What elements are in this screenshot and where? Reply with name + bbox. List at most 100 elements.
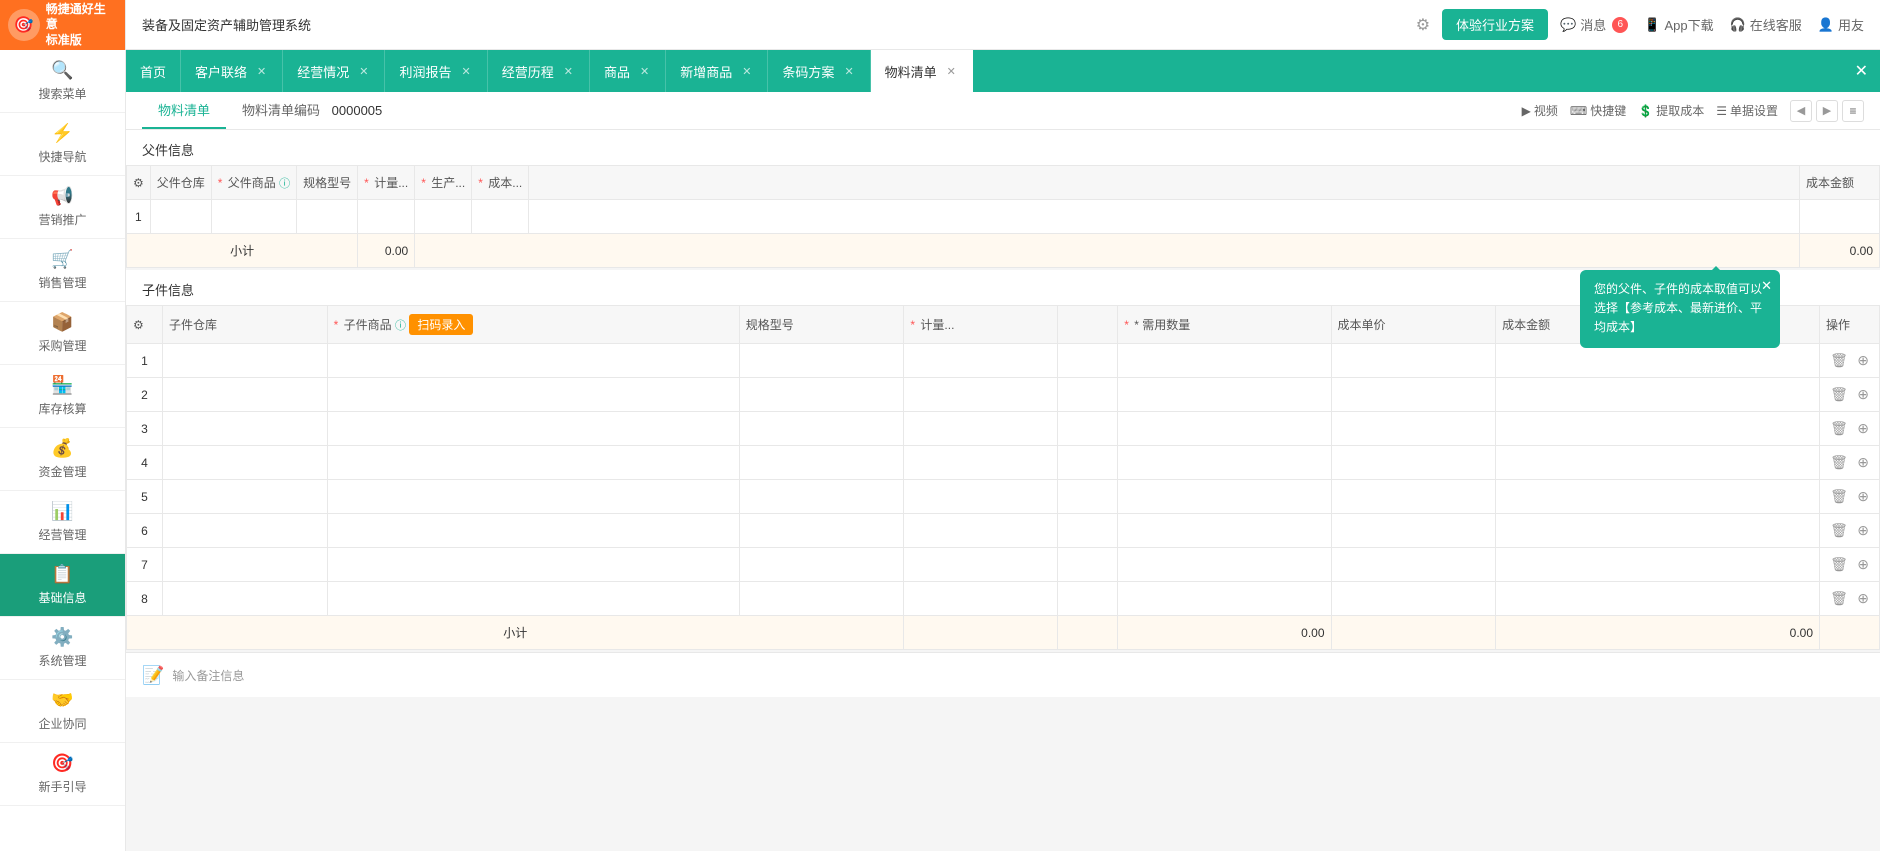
child-row-2-spec[interactable] xyxy=(739,378,904,412)
tab-newgoods-close[interactable]: ✕ xyxy=(740,63,753,80)
child-row-2-warehouse[interactable] xyxy=(163,378,328,412)
child-row-5-warehouse[interactable] xyxy=(163,480,328,514)
scan-btn[interactable]: 扫码录入 xyxy=(409,314,473,335)
child-row-4-goods[interactable] xyxy=(327,446,739,480)
online-service-action[interactable]: 🎧 在线客服 xyxy=(1730,15,1802,34)
child-row-6-qty[interactable] xyxy=(1118,514,1331,548)
nav-prev[interactable]: ◀ xyxy=(1790,100,1812,122)
sidebar-item-operations[interactable]: 📊 经营管理 xyxy=(0,491,125,554)
child-row-7-cost-amount[interactable] xyxy=(1496,548,1820,582)
sidebar-item-system[interactable]: ⚙️ 系统管理 xyxy=(0,617,125,680)
sidebar-item-basicinfo[interactable]: 📋 基础信息 xyxy=(0,554,125,617)
child-row-1-unit-cost[interactable] xyxy=(1331,344,1496,378)
action-extract-cost[interactable]: 💲 提取成本 xyxy=(1638,102,1704,119)
tab-history-close[interactable]: ✕ xyxy=(562,63,575,80)
delete-icon[interactable]: 🗑 xyxy=(1830,556,1848,572)
tab-bomlist[interactable]: 物料清单 ✕ xyxy=(871,50,973,92)
child-row-2-unit-cost[interactable] xyxy=(1331,378,1496,412)
child-row-7-goods[interactable] xyxy=(327,548,739,582)
child-row-8-cost-amount[interactable] xyxy=(1496,582,1820,616)
tab-home[interactable]: 首页 xyxy=(126,50,181,92)
sidebar-item-search[interactable]: 🔍 搜索菜单 xyxy=(0,50,125,113)
copy-icon[interactable]: ⊕ xyxy=(1857,386,1869,402)
tab-customer[interactable]: 客户联络 ✕ xyxy=(181,50,283,92)
child-row-4-cost-amount[interactable] xyxy=(1496,446,1820,480)
child-row-4-qty[interactable] xyxy=(1118,446,1331,480)
nav-next[interactable]: ▶ xyxy=(1816,100,1838,122)
action-single-settings[interactable]: ☰ 单据设置 xyxy=(1716,102,1778,119)
sidebar-item-quicknav[interactable]: ⚡ 快捷导航 xyxy=(0,113,125,176)
tab-history[interactable]: 经营历程 ✕ xyxy=(488,50,590,92)
tab-newgoods[interactable]: 新增商品 ✕ xyxy=(666,50,768,92)
sidebar-item-guide[interactable]: 🎯 新手引导 xyxy=(0,743,125,806)
sidebar-item-finance[interactable]: 💰 资金管理 xyxy=(0,428,125,491)
child-row-7-spec[interactable] xyxy=(739,548,904,582)
child-row-6-unit-cost[interactable] xyxy=(1331,514,1496,548)
child-row-5-cost-amount[interactable] xyxy=(1496,480,1820,514)
nav-close-all[interactable]: ✕ xyxy=(1843,61,1880,81)
child-row-6-goods[interactable] xyxy=(327,514,739,548)
child-row-1-unit[interactable] xyxy=(904,344,1058,378)
child-row-5-unit[interactable] xyxy=(904,480,1058,514)
child-row-1-spec[interactable] xyxy=(739,344,904,378)
parent-row-1-production[interactable] xyxy=(415,200,472,234)
sidebar-item-marketing[interactable]: 📢 营销推广 xyxy=(0,176,125,239)
sidebar-item-inventory[interactable]: 🏪 库存核算 xyxy=(0,365,125,428)
child-row-1-warehouse[interactable] xyxy=(163,344,328,378)
note-hint[interactable]: 输入备注信息 xyxy=(172,667,244,684)
child-row-2-unit[interactable] xyxy=(904,378,1058,412)
user-action[interactable]: 👤 用友 xyxy=(1818,15,1864,34)
tab-customer-close[interactable]: ✕ xyxy=(255,63,268,80)
th-parent-settings[interactable]: ⚙ xyxy=(127,166,151,200)
child-row-5-spec[interactable] xyxy=(739,480,904,514)
action-view[interactable]: ▶ 视频 xyxy=(1522,102,1558,119)
copy-icon[interactable]: ⊕ xyxy=(1857,352,1869,368)
th-child-settings[interactable]: ⚙ xyxy=(127,306,163,344)
child-row-8-unit[interactable] xyxy=(904,582,1058,616)
action-shortcut[interactable]: ⌨ 快捷键 xyxy=(1570,102,1626,119)
parent-row-1-goods[interactable] xyxy=(211,200,296,234)
child-row-1-cost-amount[interactable] xyxy=(1496,344,1820,378)
view-menu[interactable]: ≡ xyxy=(1842,100,1864,122)
sidebar-item-sales[interactable]: 🛒 销售管理 xyxy=(0,239,125,302)
child-row-7-unit-cost[interactable] xyxy=(1331,548,1496,582)
delete-icon[interactable]: 🗑 xyxy=(1830,590,1848,606)
copy-icon[interactable]: ⊕ xyxy=(1857,590,1869,606)
app-download-action[interactable]: 📱 App下载 xyxy=(1644,15,1713,34)
child-row-6-spec[interactable] xyxy=(739,514,904,548)
child-row-3-unit[interactable] xyxy=(904,412,1058,446)
child-row-8-spec[interactable] xyxy=(739,582,904,616)
copy-icon[interactable]: ⊕ xyxy=(1857,522,1869,538)
parent-row-1-cost[interactable] xyxy=(472,200,529,234)
experience-btn[interactable]: 体验行业方案 xyxy=(1442,9,1548,40)
child-row-7-qty[interactable] xyxy=(1118,548,1331,582)
child-row-2-goods[interactable] xyxy=(327,378,739,412)
delete-icon[interactable]: 🗑 xyxy=(1830,522,1848,538)
delete-icon[interactable]: 🗑 xyxy=(1830,488,1848,504)
child-row-6-unit[interactable] xyxy=(904,514,1058,548)
child-row-5-goods[interactable] xyxy=(327,480,739,514)
copy-icon[interactable]: ⊕ xyxy=(1857,556,1869,572)
child-row-7-warehouse[interactable] xyxy=(163,548,328,582)
child-row-3-unit-cost[interactable] xyxy=(1331,412,1496,446)
child-row-8-qty[interactable] xyxy=(1118,582,1331,616)
tab-operations-close[interactable]: ✕ xyxy=(357,63,370,80)
subheader-tab-bomlist[interactable]: 物料清单 xyxy=(142,92,226,129)
parent-row-1-warehouse[interactable] xyxy=(150,200,211,234)
child-row-1-goods[interactable] xyxy=(327,344,739,378)
parent-row-1-cost-amount[interactable] xyxy=(1800,200,1880,234)
tab-operations[interactable]: 经营情况 ✕ xyxy=(283,50,385,92)
tooltip-close[interactable]: ✕ xyxy=(1761,276,1772,297)
child-row-2-qty[interactable] xyxy=(1118,378,1331,412)
child-row-8-unit-cost[interactable] xyxy=(1331,582,1496,616)
parent-row-1-unit[interactable] xyxy=(358,200,415,234)
child-row-6-cost-amount[interactable] xyxy=(1496,514,1820,548)
delete-icon[interactable]: 🗑 xyxy=(1830,386,1848,402)
child-row-3-goods[interactable] xyxy=(327,412,739,446)
sidebar-item-enterprise[interactable]: 🤝 企业协同 xyxy=(0,680,125,743)
child-row-3-cost-amount[interactable] xyxy=(1496,412,1820,446)
copy-icon[interactable]: ⊕ xyxy=(1857,488,1869,504)
child-row-3-warehouse[interactable] xyxy=(163,412,328,446)
child-row-3-spec[interactable] xyxy=(739,412,904,446)
child-row-3-qty[interactable] xyxy=(1118,412,1331,446)
